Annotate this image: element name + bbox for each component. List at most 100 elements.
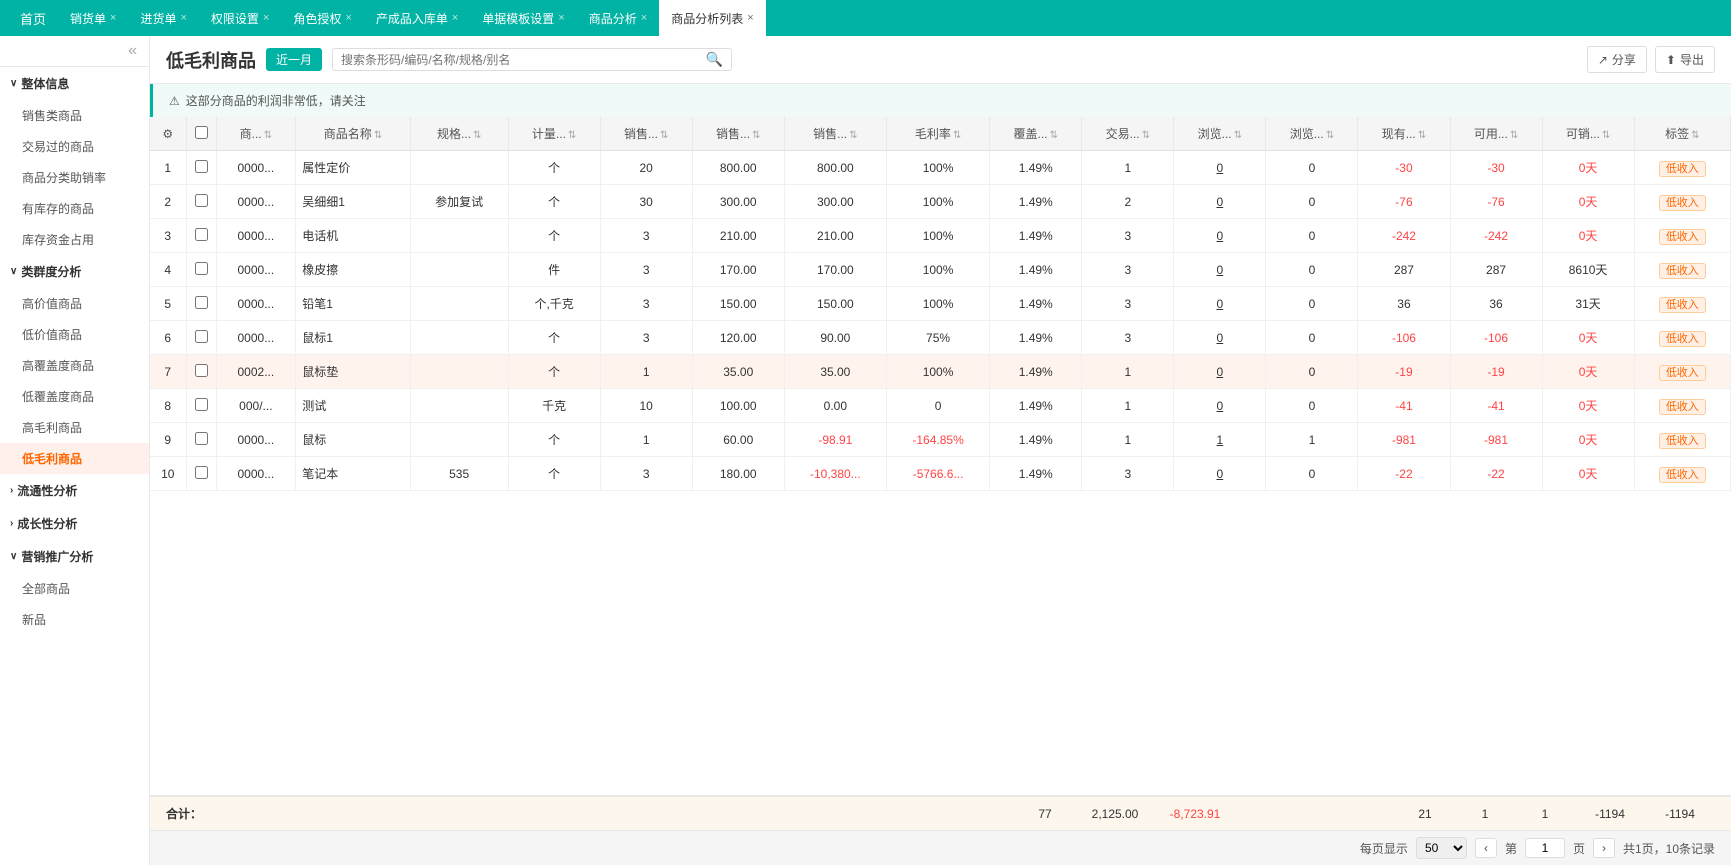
sidebar-item-high-margin[interactable]: 高毛利商品: [0, 412, 149, 443]
row-view1[interactable]: 0: [1174, 321, 1266, 355]
row-trade: 3: [1082, 457, 1174, 491]
row-checkbox[interactable]: [186, 423, 216, 457]
nav-home[interactable]: 首页: [8, 0, 58, 36]
sidebar-item-all-products[interactable]: 全部商品: [0, 573, 149, 604]
close-roles-icon[interactable]: ×: [345, 12, 351, 24]
row-view1[interactable]: 0: [1174, 287, 1266, 321]
nav-template-settings[interactable]: 单据模板设置 ×: [470, 0, 576, 36]
nav-permissions[interactable]: 权限设置 ×: [199, 0, 281, 36]
close-purchase-order-icon[interactable]: ×: [180, 12, 186, 24]
per-page-select[interactable]: 50 10 20 100: [1416, 837, 1467, 859]
sidebar-group-liquidity[interactable]: › 流通性分析: [0, 474, 149, 507]
nav-sales-order[interactable]: 销货单 ×: [58, 0, 128, 36]
close-template-settings-icon[interactable]: ×: [558, 12, 564, 24]
sort-coverage-icon[interactable]: ⇅: [1050, 130, 1058, 141]
sidebar-item-low-margin[interactable]: 低毛利商品: [0, 443, 149, 474]
nav-roles[interactable]: 角色授权 ×: [281, 0, 363, 36]
row-name: 鼠标: [296, 423, 411, 457]
row-trade: 1: [1082, 355, 1174, 389]
sort-gross-margin-icon[interactable]: ⇅: [953, 130, 961, 141]
row-code: 0000...: [216, 151, 296, 185]
row-sale-profit: 35.00: [784, 355, 886, 389]
sort-current-icon[interactable]: ⇅: [1418, 130, 1426, 141]
sort-saleable-icon[interactable]: ⇅: [1602, 130, 1610, 141]
sidebar-item-in-stock[interactable]: 有库存的商品: [0, 193, 149, 224]
close-sales-order-icon[interactable]: ×: [110, 12, 116, 24]
sort-name-icon[interactable]: ⇅: [374, 130, 382, 141]
row-checkbox[interactable]: [186, 253, 216, 287]
row-view1[interactable]: 0: [1174, 151, 1266, 185]
row-code: 0000...: [216, 423, 296, 457]
sort-trade-icon[interactable]: ⇅: [1142, 130, 1150, 141]
row-unit: 个: [508, 423, 600, 457]
sidebar-item-low-coverage[interactable]: 低覆盖度商品: [0, 381, 149, 412]
row-view1[interactable]: 0: [1174, 219, 1266, 253]
close-permissions-icon[interactable]: ×: [263, 12, 269, 24]
nav-product-entry[interactable]: 产成品入库单 ×: [364, 0, 470, 36]
sidebar-collapse-button[interactable]: «: [124, 40, 141, 62]
row-tag: 低收入: [1634, 287, 1730, 321]
select-all-checkbox[interactable]: [195, 126, 208, 139]
row-view1[interactable]: 0: [1174, 355, 1266, 389]
sidebar-group-overall[interactable]: ∨ 整体信息: [0, 67, 149, 100]
nav-product-analysis[interactable]: 商品分析 ×: [577, 0, 659, 36]
close-product-analysis-icon[interactable]: ×: [641, 12, 647, 24]
sidebar-item-new-products[interactable]: 新品: [0, 604, 149, 635]
export-button[interactable]: ⬆ 导出: [1655, 46, 1715, 73]
row-sale-profit: 90.00: [784, 321, 886, 355]
search-input[interactable]: [341, 53, 706, 67]
row-view1[interactable]: 0: [1174, 253, 1266, 287]
sort-sale-count-icon[interactable]: ⇅: [660, 130, 668, 141]
row-sale-count: 10: [600, 389, 692, 423]
page-input[interactable]: [1525, 838, 1565, 858]
sidebar-group-growth[interactable]: › 成长性分析: [0, 507, 149, 540]
row-available: -41: [1450, 389, 1542, 423]
search-icon[interactable]: 🔍: [706, 51, 723, 68]
row-checkbox[interactable]: [186, 457, 216, 491]
row-sale-amount: 150.00: [692, 287, 784, 321]
sidebar-item-traded-products[interactable]: 交易过的商品: [0, 131, 149, 162]
date-filter-button[interactable]: 近一月: [266, 48, 322, 71]
row-checkbox[interactable]: [186, 389, 216, 423]
sort-spec-icon[interactable]: ⇅: [473, 130, 481, 141]
sidebar-item-low-value[interactable]: 低价值商品: [0, 319, 149, 350]
prev-page-button[interactable]: ‹: [1475, 838, 1497, 858]
row-view1[interactable]: 0: [1174, 389, 1266, 423]
sort-sale-amount-icon[interactable]: ⇅: [752, 130, 760, 141]
row-checkbox[interactable]: [186, 219, 216, 253]
row-checkbox[interactable]: [186, 151, 216, 185]
col-saleable: 可销...⇅: [1542, 117, 1634, 151]
nav-product-analysis-list[interactable]: 商品分析列表 ×: [659, 0, 765, 36]
row-tag: 低收入: [1634, 389, 1730, 423]
sort-tag-icon[interactable]: ⇅: [1691, 130, 1699, 141]
nav-purchase-order[interactable]: 进货单 ×: [128, 0, 198, 36]
sort-sale-profit-icon[interactable]: ⇅: [849, 130, 857, 141]
row-view1[interactable]: 1: [1174, 423, 1266, 457]
sidebar-item-high-coverage[interactable]: 高覆盖度商品: [0, 350, 149, 381]
sort-view1-icon[interactable]: ⇅: [1234, 130, 1242, 141]
next-page-button[interactable]: ›: [1593, 838, 1615, 858]
close-product-entry-icon[interactable]: ×: [452, 12, 458, 24]
sort-available-icon[interactable]: ⇅: [1510, 130, 1518, 141]
row-checkbox[interactable]: [186, 185, 216, 219]
row-checkbox[interactable]: [186, 287, 216, 321]
sort-unit-icon[interactable]: ⇅: [568, 130, 576, 141]
row-checkbox[interactable]: [186, 355, 216, 389]
sort-code-icon[interactable]: ⇅: [264, 130, 272, 141]
share-button[interactable]: ↗ 分享: [1587, 46, 1647, 73]
sidebar-item-category-rate[interactable]: 商品分类助销率: [0, 162, 149, 193]
sidebar-item-sales-products[interactable]: 销售类商品: [0, 100, 149, 131]
row-current: 287: [1358, 253, 1450, 287]
sidebar-group-cluster[interactable]: ∨ 类群度分析: [0, 255, 149, 288]
close-product-analysis-list-icon[interactable]: ×: [747, 12, 753, 24]
sidebar-item-stock-capital[interactable]: 库存资金占用: [0, 224, 149, 255]
sidebar-group-marketing[interactable]: ∨ 营销推广分析: [0, 540, 149, 573]
row-view1[interactable]: 0: [1174, 185, 1266, 219]
sidebar-item-high-value[interactable]: 高价值商品: [0, 288, 149, 319]
col-settings[interactable]: ⚙: [150, 117, 186, 151]
row-view1[interactable]: 0: [1174, 457, 1266, 491]
sort-view2-icon[interactable]: ⇅: [1326, 130, 1334, 141]
row-name: 铅笔1: [296, 287, 411, 321]
row-checkbox[interactable]: [186, 321, 216, 355]
info-banner-text: 这部分商品的利润非常低，请关注: [186, 92, 366, 109]
